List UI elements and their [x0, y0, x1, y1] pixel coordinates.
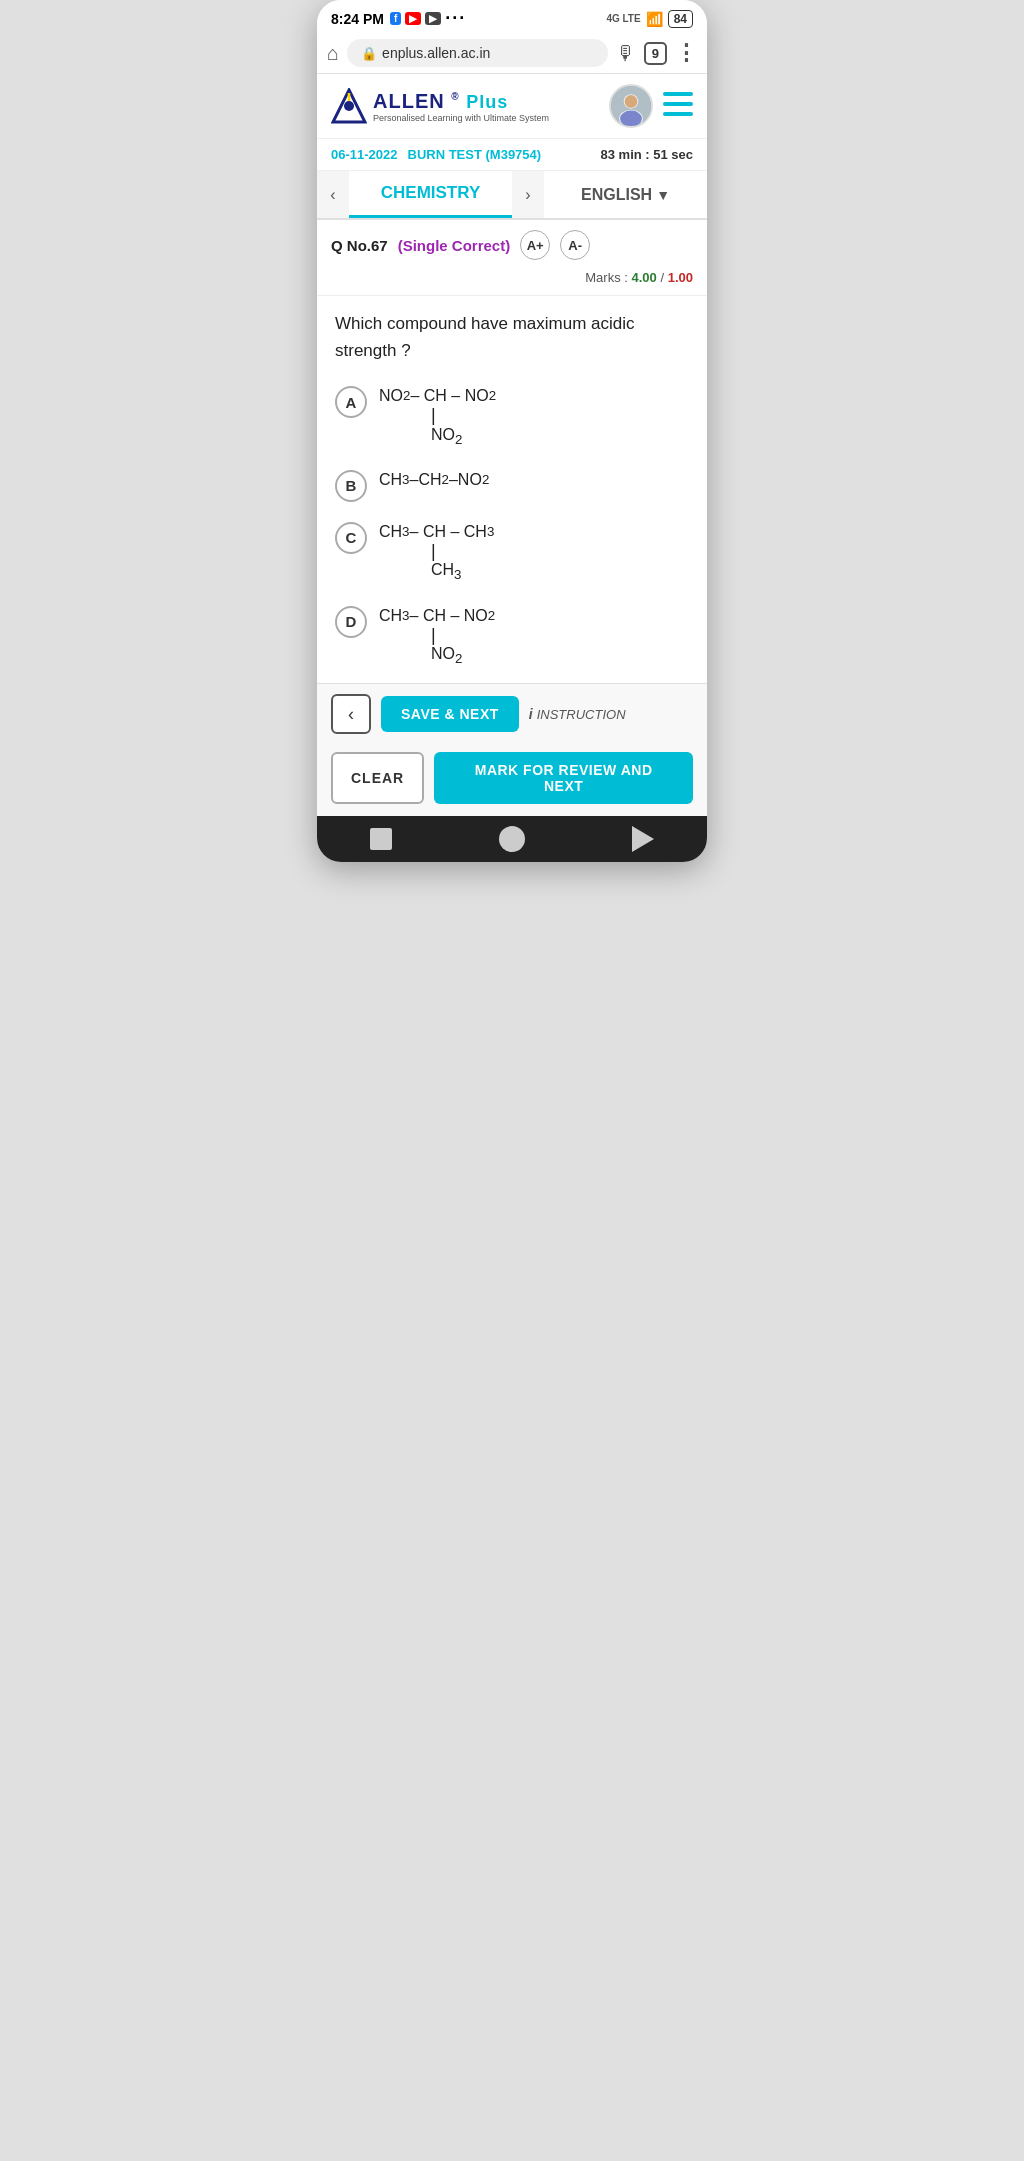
option-d-circle[interactable]: D — [335, 606, 367, 638]
play-icon: ▶ — [425, 12, 441, 25]
instruction-link[interactable]: i INSTRUCTION — [529, 706, 626, 722]
question-info-bar: Q No.67 (Single Correct) A+ A- Marks : 4… — [317, 220, 707, 296]
bottom-action-bar: ‹ SAVE & NEXT i INSTRUCTION — [317, 683, 707, 744]
question-text: Which compound have maximum acidic stren… — [335, 310, 689, 364]
question-number: Q No.67 — [331, 237, 388, 254]
home-icon[interactable]: ⌂ — [327, 42, 339, 65]
nav-home-icon[interactable] — [499, 826, 525, 852]
save-next-button[interactable]: SAVE & NEXT — [381, 696, 519, 732]
lock-icon: 🔒 — [361, 46, 377, 61]
test-info-bar: 06-11-2022 BURN TEST (M39754) 83 min : 5… — [317, 139, 707, 171]
plus-text: Plus — [466, 92, 508, 112]
svg-rect-8 — [663, 92, 693, 96]
option-b-circle[interactable]: B — [335, 470, 367, 502]
microphone-icon[interactable]: 🎙 — [616, 42, 636, 65]
question-type: (Single Correct) — [398, 237, 511, 254]
question-content: Which compound have maximum acidic stren… — [317, 296, 707, 683]
url-bar[interactable]: 🔒 enplus.allen.ac.in — [347, 39, 608, 67]
marks-info: Marks : 4.00 / 1.00 — [585, 270, 693, 285]
svg-point-1 — [344, 101, 354, 111]
status-left: 8:24 PM f ▶ ▶ ··· — [331, 8, 466, 29]
instruction-label: INSTRUCTION — [537, 707, 626, 722]
test-date: 06-11-2022 — [331, 147, 398, 162]
browser-bar: ⌂ 🔒 enplus.allen.ac.in 🎙 9 ⋮ — [317, 33, 707, 74]
test-name: BURN TEST (M39754) — [408, 147, 542, 162]
status-icons: f ▶ ▶ ··· — [390, 8, 466, 29]
svg-point-6 — [625, 95, 638, 108]
option-b[interactable]: B CH3–CH2–NO2 — [335, 468, 689, 502]
font-decrease-button[interactable]: A- — [560, 230, 590, 260]
phone-frame: 8:24 PM f ▶ ▶ ··· 4G LTE 📶 84 ⌂ 🔒 enplus… — [317, 0, 707, 862]
allen-logo-icon — [331, 88, 367, 124]
status-bar: 8:24 PM f ▶ ▶ ··· 4G LTE 📶 84 — [317, 0, 707, 33]
app-header: ALLEN ® Plus Personalised Learning with … — [317, 74, 707, 139]
battery-level: 84 — [668, 10, 693, 28]
option-d[interactable]: D CH3 – CH – NO2 | NO2 — [335, 604, 689, 670]
allen-brand-name: ALLEN ® Plus — [373, 90, 508, 113]
logo-section: ALLEN ® Plus Personalised Learning with … — [331, 88, 549, 124]
hamburger-menu-icon[interactable] — [663, 92, 693, 120]
marks-negative: 1.00 — [668, 270, 693, 285]
nav-square-icon[interactable] — [370, 828, 392, 850]
tab-english[interactable]: ENGLISH ▼ — [544, 171, 707, 218]
more-apps-icon: ··· — [445, 8, 466, 29]
facebook-icon: f — [390, 12, 401, 25]
option-a[interactable]: A NO2 – CH – NO2 | NO2 — [335, 384, 689, 450]
tab-prev-arrow[interactable]: ‹ — [317, 171, 349, 218]
user-avatar[interactable] — [609, 84, 653, 128]
option-a-formula: NO2 – CH – NO2 | NO2 — [379, 384, 496, 450]
nav-back-icon[interactable] — [632, 826, 654, 852]
tab-next-arrow[interactable]: › — [512, 171, 544, 218]
status-time: 8:24 PM — [331, 11, 384, 27]
header-right — [609, 84, 693, 128]
url-text: enplus.allen.ac.in — [382, 45, 490, 61]
font-increase-button[interactable]: A+ — [520, 230, 550, 260]
test-info-left: 06-11-2022 BURN TEST (M39754) — [331, 147, 541, 162]
option-c-circle[interactable]: C — [335, 522, 367, 554]
network-signal: 4G LTE — [606, 13, 640, 24]
bottom-row-buttons: CLEAR MARK FOR REVIEW AND NEXT — [317, 744, 707, 816]
tab-count[interactable]: 9 — [644, 42, 667, 65]
svg-point-7 — [620, 111, 642, 127]
tab-chemistry[interactable]: CHEMISTRY — [349, 171, 512, 218]
subject-tabs: ‹ CHEMISTRY › ENGLISH ▼ — [317, 171, 707, 220]
logo-text: ALLEN ® Plus Personalised Learning with … — [373, 90, 549, 123]
option-d-formula: CH3 – CH – NO2 | NO2 — [379, 604, 495, 670]
youtube-icon: ▶ — [405, 12, 421, 25]
browser-more-icon[interactable]: ⋮ — [675, 40, 697, 66]
marks-separator: / — [660, 270, 667, 285]
status-right: 4G LTE 📶 84 — [606, 10, 693, 28]
mark-review-button[interactable]: MARK FOR REVIEW AND NEXT — [434, 752, 693, 804]
nav-bar — [317, 816, 707, 862]
marks-positive: 4.00 — [632, 270, 657, 285]
svg-rect-9 — [663, 102, 693, 106]
option-a-circle[interactable]: A — [335, 386, 367, 418]
option-b-formula: CH3–CH2–NO2 — [379, 468, 489, 492]
tab-dropdown-icon: ▼ — [656, 187, 670, 203]
clear-button[interactable]: CLEAR — [331, 752, 424, 804]
test-timer: 83 min : 51 sec — [601, 147, 694, 162]
svg-rect-10 — [663, 112, 693, 116]
back-button[interactable]: ‹ — [331, 694, 371, 734]
option-c-formula: CH3 – CH – CH3 | CH3 — [379, 520, 494, 586]
allen-text: ALLEN — [373, 90, 445, 112]
signal-bars-icon: 📶 — [646, 11, 663, 27]
avatar-image — [611, 84, 651, 128]
options-list: A NO2 – CH – NO2 | NO2 B CH3–CH2–NO2 — [335, 384, 689, 669]
option-c[interactable]: C CH3 – CH – CH3 | CH3 — [335, 520, 689, 586]
instruction-i-icon: i — [529, 706, 533, 722]
logo-subtitle: Personalised Learning with Ultimate Syst… — [373, 113, 549, 123]
